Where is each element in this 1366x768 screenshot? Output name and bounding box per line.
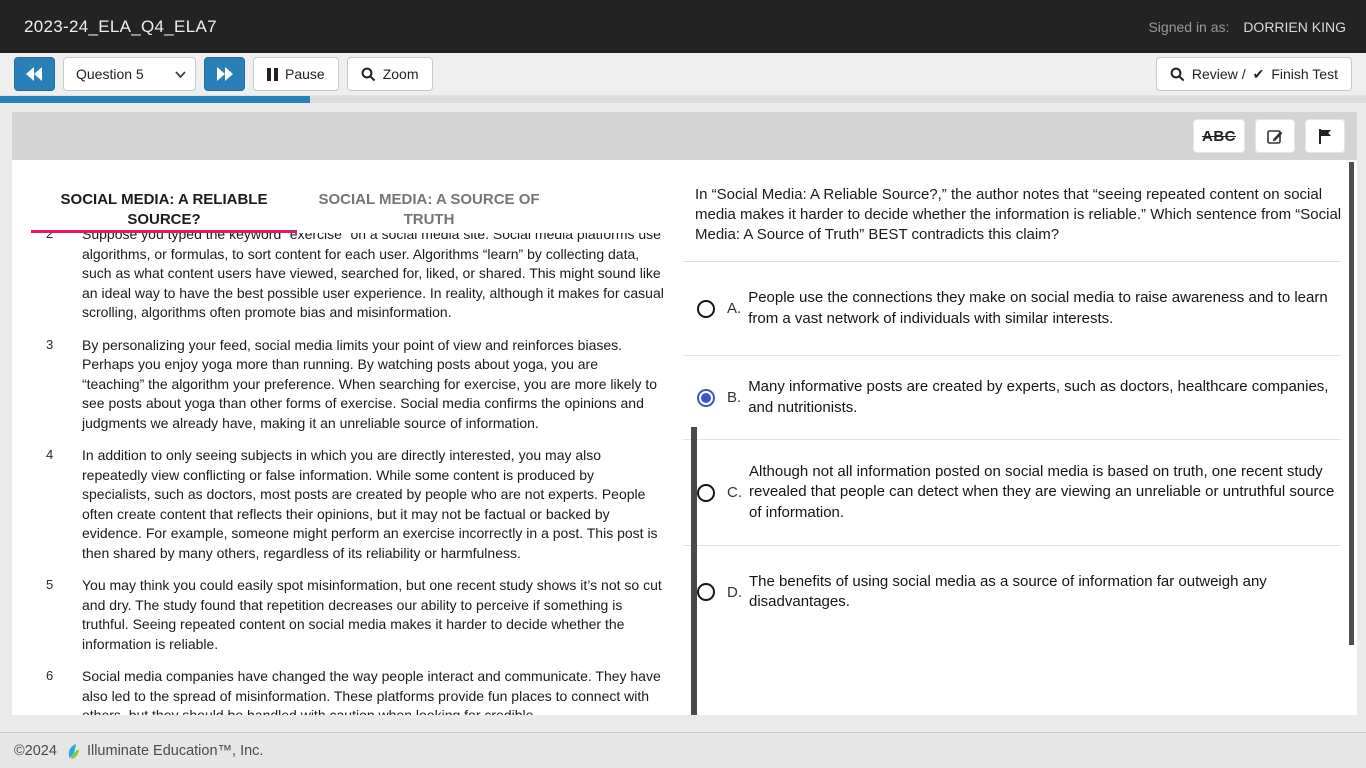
- test-progress-bar: [0, 96, 1366, 103]
- question-block: In “Social Media: A Reliable Source?,” t…: [683, 160, 1341, 262]
- pencil-square-icon: [1266, 128, 1284, 145]
- navigation-toolbar: Question 5 Pause Zoom Review / ✔ Finish …: [0, 53, 1366, 96]
- paragraph-text: You may think you could easily spot misi…: [82, 577, 662, 652]
- question-select-value: Question 5: [76, 66, 144, 82]
- checkmark-icon: ✔: [1252, 65, 1265, 82]
- pause-label: Pause: [285, 66, 325, 82]
- double-chevron-right-icon: [216, 67, 233, 81]
- company-name: Illuminate Education™, Inc.: [86, 743, 264, 759]
- pause-button[interactable]: Pause: [253, 57, 339, 91]
- zoom-button[interactable]: Zoom: [346, 57, 433, 91]
- review-finish-test-button[interactable]: Review / ✔ Finish Test: [1155, 57, 1352, 91]
- chevron-down-icon: [175, 70, 186, 78]
- paragraph-number: 5: [46, 577, 54, 592]
- option-text: Although not all information posted on s…: [749, 462, 1335, 521]
- passage-pane: SOCIAL MEDIA: A RELIABLE SOURCE? SOCIAL …: [12, 160, 674, 715]
- answer-option-a[interactable]: A. People use the connections they make …: [683, 262, 1341, 356]
- flag-icon: [1317, 128, 1333, 144]
- double-chevron-left-icon: [26, 67, 43, 81]
- paragraph-text: Social media companies have changed the …: [82, 668, 661, 715]
- tab-social-media-reliable-source[interactable]: SOCIAL MEDIA: A RELIABLE SOURCE?: [28, 160, 300, 233]
- app-header: 2023-24_ELA_Q4_ELA7 Signed in as: DORRIE…: [0, 0, 1366, 53]
- passage-paragraph: 6 Social media companies have changed th…: [46, 667, 674, 715]
- paragraph-number: 3: [46, 336, 54, 352]
- paragraph-number: 6: [46, 668, 54, 683]
- paragraph-number: 4: [46, 447, 54, 462]
- answer-option-d[interactable]: D. The benefits of using social media as…: [683, 546, 1341, 638]
- copyright-text: ©2024: [14, 743, 57, 759]
- strikethrough-abc-label: ABC: [1202, 127, 1236, 145]
- previous-question-button[interactable]: [14, 57, 55, 91]
- option-letter: B.: [727, 389, 742, 406]
- progress-fill: [0, 96, 311, 103]
- radio-option-c[interactable]: [697, 483, 715, 502]
- zoom-label: Zoom: [382, 66, 419, 82]
- question-select[interactable]: Question 5: [63, 57, 196, 91]
- illuminate-leaf-icon: [64, 743, 80, 760]
- radio-option-d[interactable]: [697, 583, 715, 601]
- content-scrollbar-thumb[interactable]: [1349, 162, 1354, 645]
- page-footer: ©2024 Illuminate Education™, Inc.: [0, 732, 1366, 768]
- flag-question-button[interactable]: [1305, 119, 1345, 153]
- option-letter: A.: [727, 300, 742, 317]
- paragraph-text: Suppose you typed the keyword “exercise”…: [82, 226, 664, 320]
- answer-option-b[interactable]: B. Many informative posts are created by…: [683, 356, 1341, 440]
- passage-paragraph: 4 In addition to only seeing subjects in…: [46, 446, 674, 563]
- test-title: 2023-24_ELA_Q4_ELA7: [24, 16, 217, 36]
- signed-in-label: Signed in as:: [1148, 18, 1230, 35]
- paragraph-text: In addition to only seeing subjects in w…: [82, 447, 658, 561]
- passage-paragraph: 3 By personalizing your feed, social med…: [46, 336, 674, 434]
- tab-social-media-source-of-truth[interactable]: SOCIAL MEDIA: A SOURCE OF TRUTH: [300, 160, 558, 233]
- paragraph-text: By personalizing your feed, social media…: [82, 336, 658, 431]
- next-question-button[interactable]: [204, 57, 245, 91]
- passage-body: 2 Suppose you typed the keyword “exercis…: [12, 225, 674, 715]
- question-text: In “Social Media: A Reliable Source?,” t…: [695, 186, 1342, 243]
- passage-tabs: SOCIAL MEDIA: A RELIABLE SOURCE? SOCIAL …: [12, 160, 674, 233]
- passage-paragraph: 2 Suppose you typed the keyword “exercis…: [46, 225, 674, 323]
- review-label: Review /: [1191, 66, 1246, 82]
- option-letter: D.: [727, 583, 742, 601]
- finish-test-label: Finish Test: [1271, 66, 1338, 82]
- option-text: The benefits of using social media as a …: [749, 572, 1267, 611]
- radio-option-b[interactable]: [697, 388, 715, 407]
- option-letter: C.: [727, 484, 742, 501]
- strikethrough-tool-button[interactable]: ABC: [1193, 119, 1245, 153]
- paragraph-number: 2: [46, 226, 54, 241]
- magnifier-icon: [361, 67, 376, 82]
- user-name: DORRIEN KING: [1243, 18, 1346, 35]
- content-panel: SOCIAL MEDIA: A RELIABLE SOURCE? SOCIAL …: [12, 160, 1357, 715]
- option-text: People use the connections they make on …: [748, 289, 1328, 327]
- pause-icon: [267, 67, 278, 81]
- question-pane: In “Social Media: A Reliable Source?,” t…: [683, 160, 1341, 715]
- radio-option-a[interactable]: [697, 299, 715, 318]
- answer-option-c[interactable]: C. Although not all information posted o…: [683, 440, 1341, 546]
- passage-paragraph: 5 You may think you could easily spot mi…: [46, 576, 674, 654]
- question-toolbar: ABC: [12, 112, 1357, 160]
- answers-scrollbar-thumb[interactable]: [691, 427, 697, 715]
- notes-tool-button[interactable]: [1255, 119, 1295, 153]
- option-text: Many informative posts are created by ex…: [748, 378, 1329, 416]
- magnifier-icon: [1170, 67, 1185, 82]
- signed-in-status: Signed in as: DORRIEN KING: [1148, 19, 1346, 35]
